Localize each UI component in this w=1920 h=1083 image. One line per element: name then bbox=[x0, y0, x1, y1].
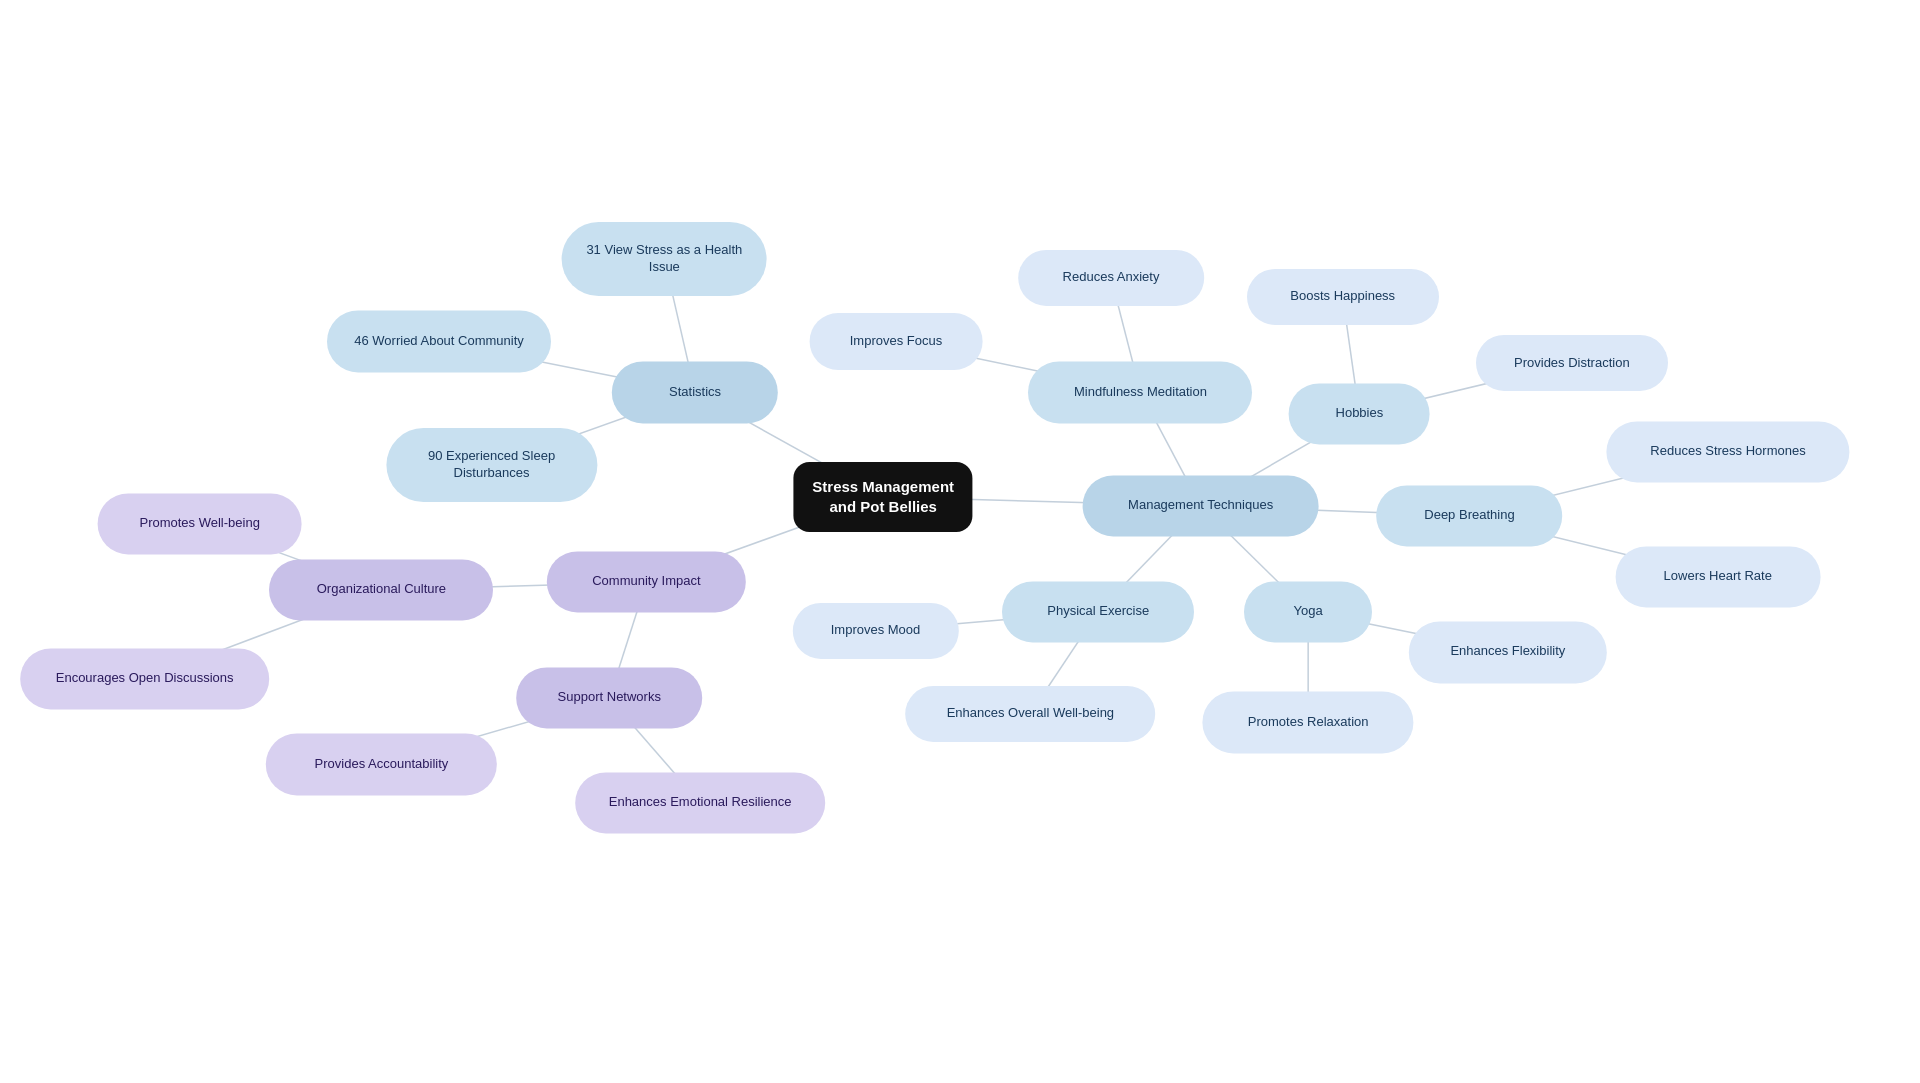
node-enhancesFlexibility[interactable]: Enhances Flexibility bbox=[1409, 622, 1607, 683]
node-communityImpact[interactable]: Community Impact bbox=[547, 552, 745, 613]
node-statistics[interactable]: Statistics bbox=[612, 362, 778, 423]
node-yoga[interactable]: Yoga bbox=[1244, 581, 1372, 642]
node-promotesWellbeing[interactable]: Promotes Well-being bbox=[97, 493, 302, 554]
node-providesAccountability[interactable]: Provides Accountability bbox=[266, 734, 496, 795]
node-encouragesOpenDiscussions[interactable]: Encourages Open Discussions bbox=[20, 649, 270, 710]
node-physicalExercise[interactable]: Physical Exercise bbox=[1002, 581, 1194, 642]
node-stat1[interactable]: 31 View Stress as a Health Issue bbox=[562, 222, 767, 296]
node-lowersHeartRate[interactable]: Lowers Heart Rate bbox=[1615, 547, 1820, 608]
node-managementTechniques[interactable]: Management Techniques bbox=[1082, 475, 1319, 536]
node-stat3[interactable]: 90 Experienced Sleep Disturbances bbox=[386, 428, 597, 502]
node-reducesStressHormones[interactable]: Reduces Stress Hormones bbox=[1606, 422, 1849, 483]
node-mindfulnessMeditation[interactable]: Mindfulness Meditation bbox=[1028, 362, 1252, 423]
node-improvesMood[interactable]: Improves Mood bbox=[792, 603, 958, 659]
node-stat2[interactable]: 46 Worried About Community bbox=[327, 311, 551, 372]
node-enhancesOverallWellbeing[interactable]: Enhances Overall Well-being bbox=[906, 685, 1156, 741]
mind-map-container: Stress Management and Pot Bellies Statist… bbox=[0, 0, 1920, 1083]
node-promotesRelaxation[interactable]: Promotes Relaxation bbox=[1203, 692, 1414, 753]
node-providesDistraction[interactable]: Provides Distraction bbox=[1476, 335, 1668, 391]
node-center[interactable]: Stress Management and Pot Bellies bbox=[794, 462, 973, 532]
node-orgCulture[interactable]: Organizational Culture bbox=[269, 559, 493, 620]
node-reducesAnxiety[interactable]: Reduces Anxiety bbox=[1018, 250, 1204, 306]
node-deepBreathing[interactable]: Deep Breathing bbox=[1377, 485, 1563, 546]
node-enhancesEmotionalResilience[interactable]: Enhances Emotional Resilience bbox=[575, 772, 825, 833]
node-hobbies[interactable]: Hobbies bbox=[1289, 384, 1430, 445]
node-supportNetworks[interactable]: Support Networks bbox=[516, 668, 702, 729]
node-improvesFocus[interactable]: Improves Focus bbox=[810, 313, 983, 369]
node-boostsHappiness[interactable]: Boosts Happiness bbox=[1247, 269, 1439, 325]
